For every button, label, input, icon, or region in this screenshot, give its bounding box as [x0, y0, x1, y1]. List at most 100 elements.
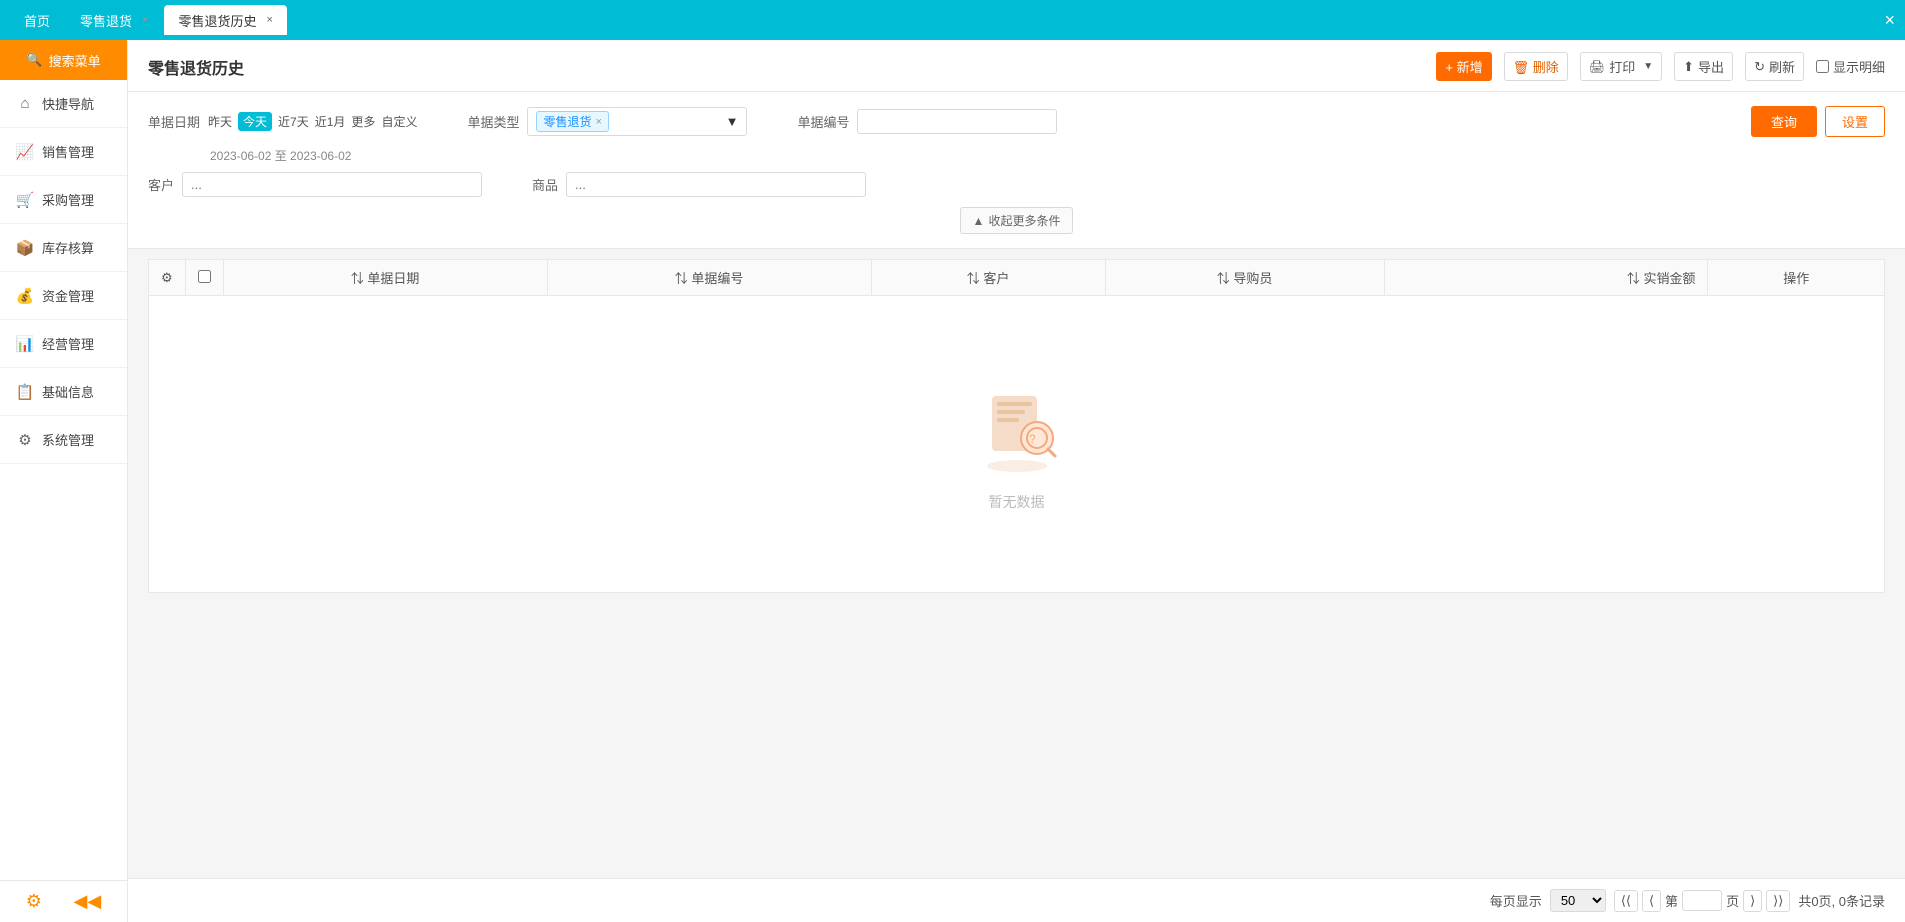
tab-retail-return-label: 零售退货 [80, 11, 132, 30]
prev-page-button[interactable]: ⟨ [1642, 890, 1661, 912]
sidebar-item-quicknav[interactable]: ⌂ 快捷导航 [0, 80, 127, 128]
type-label: 单据类型 [467, 112, 519, 131]
box-icon: 📦 [16, 239, 34, 257]
query-button[interactable]: 查询 [1751, 106, 1817, 137]
sidebar-item-operations-label: 经营管理 [42, 334, 94, 353]
date-opt-1month[interactable]: 近1月 [315, 113, 346, 130]
refresh-icon: ↻ [1754, 59, 1765, 75]
tab-retail-return-history-close[interactable]: × [266, 14, 272, 26]
tab-retail-return[interactable]: 零售退货 × [66, 5, 162, 35]
volume-icon[interactable]: ◀◀ [74, 891, 102, 912]
sidebar-bottom: ⚙ ◀◀ [0, 880, 127, 922]
customer-label: 客户 [148, 175, 174, 194]
print-chevron-icon: ▼ [1643, 61, 1653, 72]
coin-icon: 💰 [16, 287, 34, 305]
tab-retail-return-close[interactable]: × [142, 14, 148, 26]
th-guide[interactable]: ⇅ 导购员 [1105, 260, 1384, 296]
sidebar-item-purchase-label: 采购管理 [42, 190, 94, 209]
collapse-button[interactable]: ▲ 收起更多条件 [960, 207, 1074, 234]
total-info: 共0页, 0条记录 [1798, 891, 1885, 910]
th-customer[interactable]: ⇅ 客户 [871, 260, 1105, 296]
page-header: 零售退货历史 + 新增 🗑 删除 🖨 打印 ▼ ⬆ 导出 ↻ 刷新 [128, 40, 1905, 92]
th-date-label: ⇅ 单据日期 [351, 271, 420, 286]
type-select-chevron: ▼ [726, 114, 739, 129]
sidebar-item-finance-label: 资金管理 [42, 286, 94, 305]
export-button[interactable]: ⬆ 导出 [1674, 52, 1733, 81]
print-label: 打印 [1609, 57, 1635, 76]
date-opt-today[interactable]: 今天 [238, 112, 272, 131]
first-page-button[interactable]: ⟨⟨ [1614, 890, 1638, 912]
per-page-select[interactable]: 50 100 200 [1550, 889, 1606, 912]
empty-row: ? 暂无数据 [149, 296, 1885, 593]
page-input[interactable]: 1 [1682, 890, 1722, 911]
product-input[interactable] [566, 172, 866, 197]
system-gear-icon: ⚙ [16, 431, 34, 449]
action-buttons: 查询 设置 [1751, 106, 1885, 137]
info-icon: 📋 [16, 383, 34, 401]
th-id-label: ⇅ 单据编号 [675, 271, 744, 286]
sidebar-item-basicinfo-label: 基础信息 [42, 382, 94, 401]
sidebar-item-basicinfo[interactable]: 📋 基础信息 [0, 368, 127, 416]
date-range-display: 2023-06-02 至 2023-06-02 [148, 147, 1885, 164]
sidebar-search[interactable]: 🔍 搜索菜单 [0, 40, 127, 80]
sidebar-item-finance[interactable]: 💰 资金管理 [0, 272, 127, 320]
export-icon: ⬆ [1683, 59, 1694, 75]
settings-icon[interactable]: ⚙ [26, 891, 42, 912]
show-detail-checkbox[interactable] [1816, 60, 1829, 73]
tab-retail-return-history[interactable]: 零售退货历史 × [164, 5, 286, 35]
filter-row-1: 单据日期 昨天 今天 近7天 近1月 更多 自定义 单据类型 [148, 106, 1885, 137]
th-checkbox[interactable] [185, 260, 223, 296]
sidebar-item-purchase[interactable]: 🛒 采购管理 [0, 176, 127, 224]
delete-button[interactable]: 🗑 删除 [1504, 52, 1568, 81]
date-opt-7days[interactable]: 近7天 [278, 113, 309, 130]
window-close-button[interactable]: × [1884, 10, 1895, 31]
type-tag: 零售退货 × [536, 111, 608, 132]
date-opt-more[interactable]: 更多 [351, 113, 375, 130]
export-label: 导出 [1698, 57, 1724, 76]
filter-row-2: 客户 商品 [148, 172, 1885, 197]
print-button[interactable]: 🖨 打印 ▼ [1580, 52, 1662, 81]
date-options: 昨天 今天 近7天 近1月 更多 自定义 [208, 112, 417, 131]
customer-input[interactable] [182, 172, 482, 197]
table-header-row: ⚙ ⇅ 单据日期 ⇅ 单据编号 ⇅ 客户 [149, 260, 1885, 296]
select-all-checkbox[interactable] [198, 270, 211, 283]
print-icon: 🖨 [1589, 59, 1606, 75]
th-id[interactable]: ⇅ 单据编号 [547, 260, 871, 296]
id-input[interactable] [857, 109, 1057, 134]
type-tag-close[interactable]: × [595, 116, 601, 128]
tab-retail-return-history-label: 零售退货历史 [178, 11, 256, 30]
chart-icon: 📈 [16, 143, 34, 161]
settings-column-icon[interactable]: ⚙ [161, 270, 173, 285]
table-container: ⚙ ⇅ 单据日期 ⇅ 单据编号 ⇅ 客户 [128, 249, 1905, 878]
sidebar-item-system[interactable]: ⚙ 系统管理 [0, 416, 127, 464]
page-unit: 页 [1726, 891, 1739, 910]
th-settings[interactable]: ⚙ [149, 260, 186, 296]
collapse-row: ▲ 收起更多条件 [148, 207, 1885, 234]
th-amount[interactable]: ⇅ 实销金额 [1384, 260, 1708, 296]
filter-area: 单据日期 昨天 今天 近7天 近1月 更多 自定义 单据类型 [128, 92, 1905, 249]
show-detail-checkbox-wrapper[interactable]: 显示明细 [1816, 57, 1885, 76]
date-label: 单据日期 [148, 112, 200, 131]
content-area: 零售退货历史 + 新增 🗑 删除 🖨 打印 ▼ ⬆ 导出 ↻ 刷新 [128, 40, 1905, 922]
type-select[interactable]: 零售退货 × ▼ [527, 107, 747, 136]
refresh-button[interactable]: ↻ 刷新 [1745, 52, 1804, 81]
sidebar-item-inventory[interactable]: 📦 库存核算 [0, 224, 127, 272]
empty-text: 暂无数据 [989, 492, 1045, 512]
th-date[interactable]: ⇅ 单据日期 [223, 260, 547, 296]
date-opt-custom[interactable]: 自定义 [381, 113, 417, 130]
bag-icon: 🛒 [16, 191, 34, 209]
th-amount-label: ⇅ 实销金额 [1627, 271, 1696, 286]
date-opt-yesterday[interactable]: 昨天 [208, 113, 232, 130]
customer-filter: 客户 [148, 172, 482, 197]
add-button[interactable]: + 新增 [1436, 52, 1491, 81]
last-page-button[interactable]: ⟩⟩ [1766, 890, 1790, 912]
date-filter: 单据日期 昨天 今天 近7天 近1月 更多 自定义 [148, 112, 417, 131]
tab-home[interactable]: 首页 [10, 5, 64, 35]
product-filter: 商品 [532, 172, 866, 197]
filter-settings-button[interactable]: 设置 [1825, 106, 1885, 137]
report-icon: 📊 [16, 335, 34, 353]
sidebar-item-sales[interactable]: 📈 销售管理 [0, 128, 127, 176]
id-filter: 单据编号 [797, 109, 1057, 134]
sidebar-item-operations[interactable]: 📊 经营管理 [0, 320, 127, 368]
next-page-button[interactable]: ⟩ [1743, 890, 1762, 912]
